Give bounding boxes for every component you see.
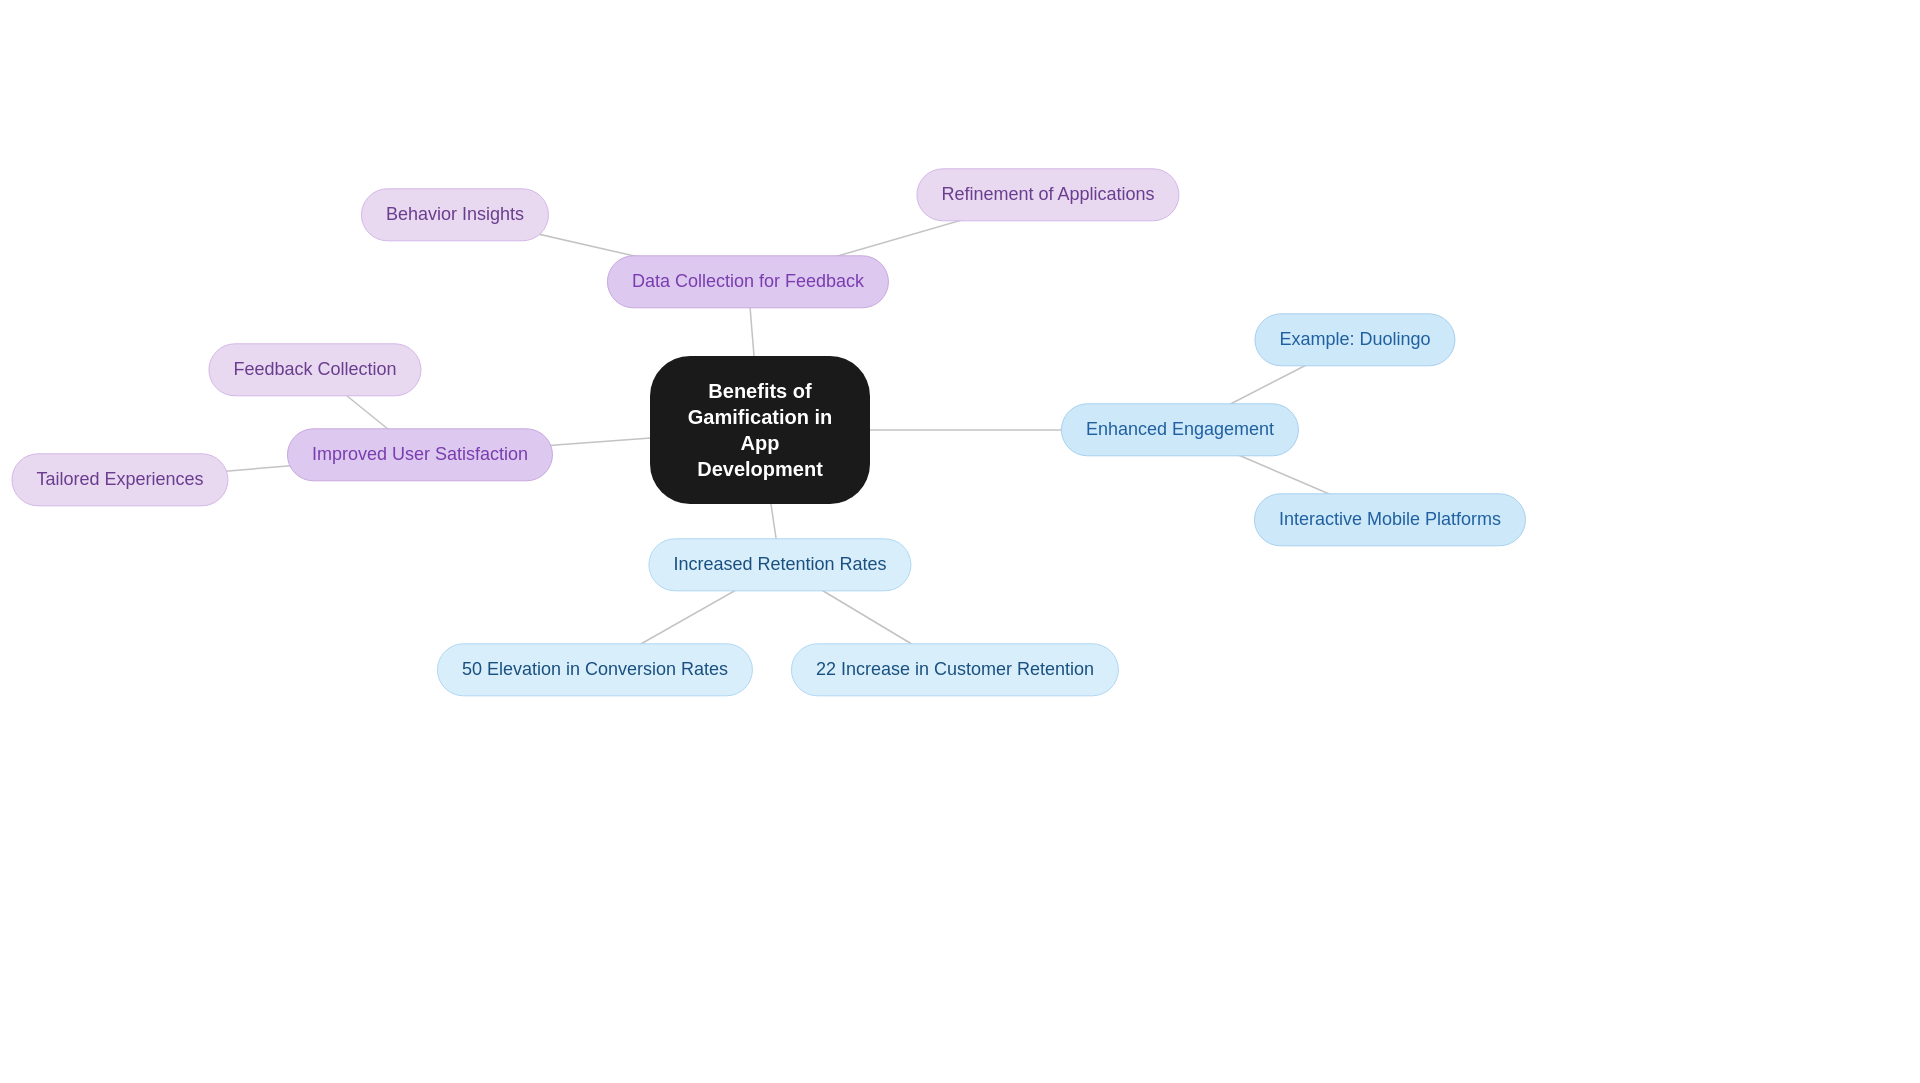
node-interactive_mobile[interactable]: Interactive Mobile Platforms <box>1254 493 1526 546</box>
connections-svg <box>0 0 1920 1083</box>
node-center[interactable]: Benefits of Gamification in App Developm… <box>650 356 870 504</box>
node-refinement[interactable]: Refinement of Applications <box>916 168 1179 221</box>
node-behavior_insights[interactable]: Behavior Insights <box>361 188 549 241</box>
node-improved_satisfaction[interactable]: Improved User Satisfaction <box>287 428 553 481</box>
node-tailored_experiences[interactable]: Tailored Experiences <box>11 453 228 506</box>
node-data_collection[interactable]: Data Collection for Feedback <box>607 255 889 308</box>
mindmap-container: Benefits of Gamification in App Developm… <box>0 0 1920 1083</box>
node-example_duolingo[interactable]: Example: Duolingo <box>1254 313 1455 366</box>
node-feedback_collection[interactable]: Feedback Collection <box>208 343 421 396</box>
node-increased_retention[interactable]: Increased Retention Rates <box>648 538 911 591</box>
node-customer_retention[interactable]: 22 Increase in Customer Retention <box>791 643 1119 696</box>
node-conversion_rates[interactable]: 50 Elevation in Conversion Rates <box>437 643 753 696</box>
node-enhanced_engagement[interactable]: Enhanced Engagement <box>1061 403 1299 456</box>
